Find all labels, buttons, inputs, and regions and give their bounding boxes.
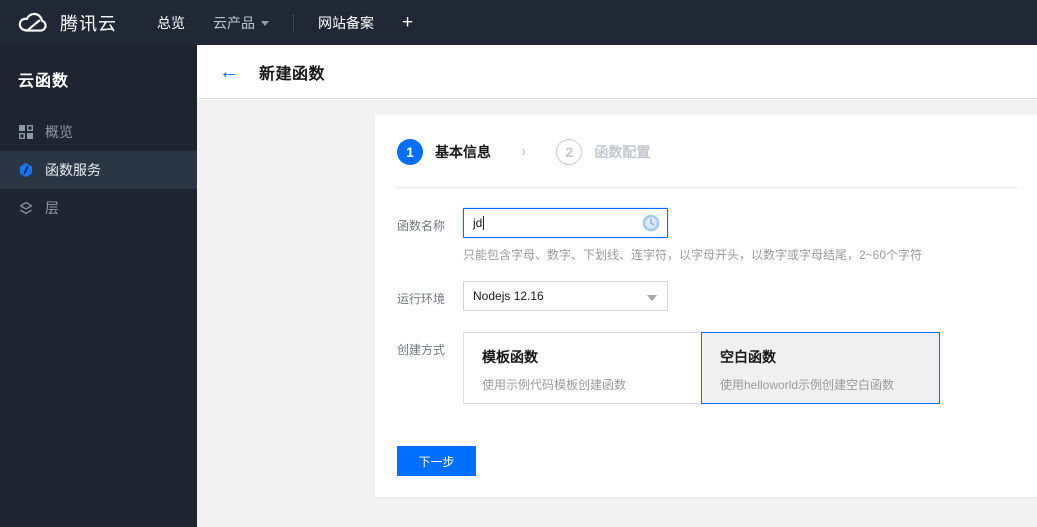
step-1-label: 基本信息 (435, 144, 491, 160)
step-separator-icon: › (521, 143, 527, 160)
option-desc: 使用示例代码模板创建函数 (482, 378, 627, 392)
runtime-label: 运行环境 (397, 292, 446, 306)
option-blank-function[interactable]: 空白函数 使用helloworld示例创建空白函数 (701, 332, 940, 404)
sidebar: 云函数 概览 函数服务 层 (0, 45, 197, 527)
step-2-circle: 2 (556, 139, 583, 165)
function-name-value: jd (473, 216, 483, 230)
function-name-row: 函数名称 jd 只能包含字母、数字、下划线、连字符，以字母开头，以数字或字母结尾… (397, 208, 1017, 263)
nav-item-products[interactable]: 云产品 (199, 13, 283, 33)
text-cursor (483, 216, 485, 230)
create-function-form: 函数名称 jd 只能包含字母、数字、下划线、连字符，以字母开头，以数字或字母结尾… (397, 208, 1017, 476)
creation-method-options: 模板函数 使用示例代码模板创建函数 空白函数 使用helloworld示例创建空… (463, 332, 940, 404)
step-2-label: 函数配置 (594, 144, 651, 160)
top-navbar: 腾讯云 总览 云产品 网站备案 + (0, 0, 1037, 45)
function-name-label: 函数名称 (397, 219, 446, 233)
option-title: 空白函数 (720, 349, 776, 365)
tencent-cloud-console: 腾讯云 总览 云产品 网站备案 + 云函数 概览 函数服务 层 ← 新建函数 1… (0, 0, 1037, 527)
sidebar-item-label: 函数服务 (45, 162, 101, 178)
clock-icon (642, 214, 660, 235)
sidebar-item-overview[interactable]: 概览 (0, 113, 197, 151)
function-name-field-wrap: jd 只能包含字母、数字、下划线、连字符，以字母开头，以数字或字母结尾，2~60… (463, 208, 922, 263)
page-title: 新建函数 (259, 65, 326, 83)
add-tab-icon[interactable]: + (388, 12, 427, 34)
option-desc: 使用helloworld示例创建空白函数 (720, 378, 895, 392)
brand-name: 腾讯云 (60, 13, 117, 34)
sidebar-menu: 概览 函数服务 层 (0, 113, 197, 227)
select-caret-icon (647, 295, 657, 301)
sidebar-item-label: 概览 (45, 124, 73, 140)
sidebar-item-label: 层 (45, 200, 59, 216)
creation-method-row: 创建方式 模板函数 使用示例代码模板创建函数 空白函数 使用helloworld… (397, 332, 1017, 404)
nav-item-overview[interactable]: 总览 (143, 13, 199, 33)
sidebar-item-layers[interactable]: 层 (0, 189, 197, 227)
runtime-select-value: Nodejs 12.16 (473, 289, 544, 303)
option-title: 模板函数 (482, 349, 538, 365)
caret-down-icon (261, 20, 269, 26)
function-name-hint: 只能包含字母、数字、下划线、连字符，以字母开头，以数字或字母结尾，2~60个字符 (463, 248, 923, 262)
layers-icon (18, 200, 34, 216)
function-hexagon-icon (18, 162, 34, 178)
runtime-select[interactable]: Nodejs 12.16 (463, 281, 668, 311)
sidebar-title: 云函数 (18, 73, 70, 90)
nav-divider (293, 13, 294, 32)
brand-logo[interactable]: 腾讯云 (16, 10, 117, 36)
grid-icon (18, 124, 34, 140)
card-divider (397, 187, 1017, 188)
cloud-logo-icon (16, 11, 50, 35)
creation-method-label: 创建方式 (397, 343, 446, 357)
nav-menu: 总览 云产品 网站备案 + (143, 12, 427, 34)
step-indicator: 1 基本信息 › 2 函数配置 (397, 139, 1017, 165)
function-name-input[interactable]: jd (463, 208, 668, 238)
option-template-function[interactable]: 模板函数 使用示例代码模板创建函数 (463, 332, 702, 404)
nav-item-icp[interactable]: 网站备案 (304, 13, 388, 33)
content-area: 1 基本信息 › 2 函数配置 函数名称 jd 只能包含字母、数字、下划线、连字… (197, 100, 1037, 527)
page-header: ← 新建函数 (197, 45, 1037, 99)
back-arrow-icon[interactable]: ← (219, 62, 239, 82)
create-function-card: 1 基本信息 › 2 函数配置 函数名称 jd 只能包含字母、数字、下划线、连字… (375, 115, 1037, 497)
step-1-circle: 1 (397, 139, 423, 165)
runtime-row: 运行环境 Nodejs 12.16 (397, 281, 1017, 311)
next-step-button[interactable]: 下一步 (397, 446, 476, 476)
sidebar-item-functions[interactable]: 函数服务 (0, 151, 197, 189)
